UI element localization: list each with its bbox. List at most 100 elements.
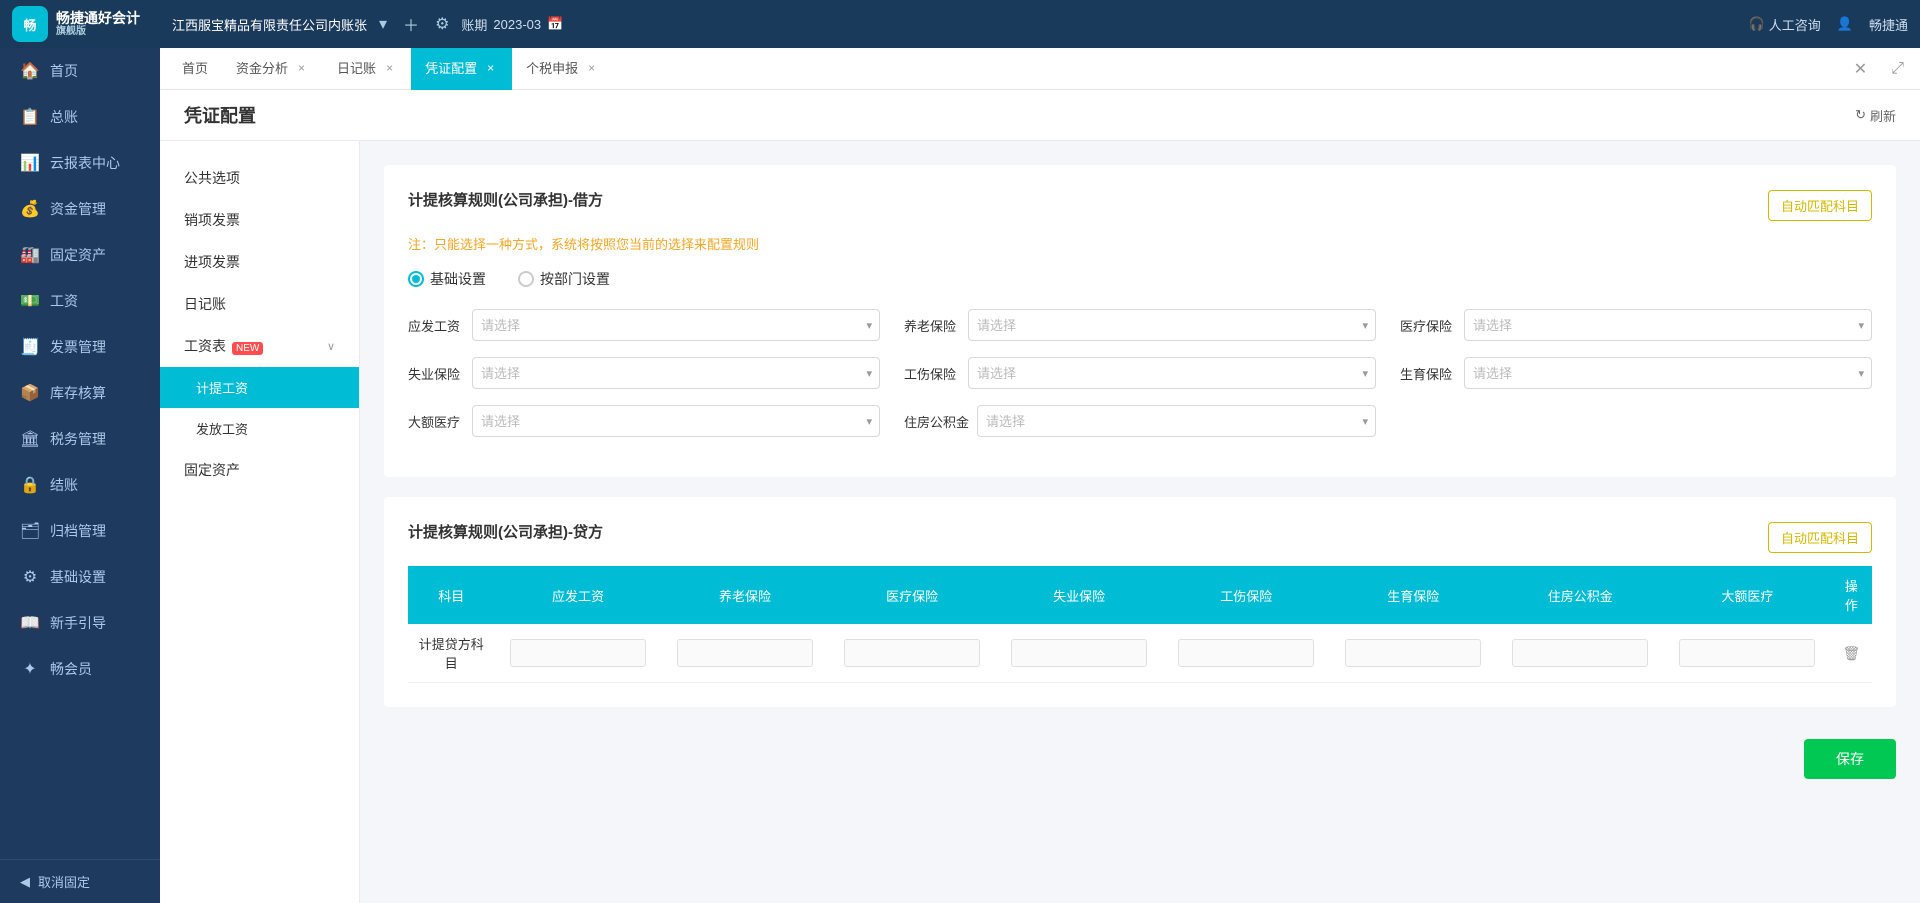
- field-wage: 应发工资 请选择 ▾: [408, 309, 880, 341]
- radio-dept[interactable]: 按部门设置: [518, 269, 610, 289]
- logo-edition: 旗舰版: [56, 26, 140, 38]
- label-wage: 应发工资: [408, 316, 464, 335]
- label-medical: 医疗保险: [1400, 316, 1456, 335]
- sidebar-item-fixed-asset[interactable]: 🏭 固定资产: [0, 232, 160, 278]
- left-menu-item-purchase[interactable]: 进项发票: [160, 241, 359, 283]
- pin-icon: ◀: [20, 874, 30, 890]
- sidebar: 🏠 首页 📋 总账 📊 云报表中心 💰 资金管理 🏭 固定资产 💵 工资 🧾 发…: [0, 48, 160, 903]
- refresh-button[interactable]: ↻ 刷新: [1855, 106, 1896, 125]
- input-housing[interactable]: [1512, 639, 1648, 667]
- tab-maximize-btn[interactable]: ⤢: [1883, 55, 1912, 83]
- row-subject-label: 计提贷方科目: [408, 624, 494, 683]
- input-large-med[interactable]: [1679, 639, 1815, 667]
- page-header: 凭证配置 ↻ 刷新: [160, 90, 1920, 141]
- auto-match-credit-btn[interactable]: 自动匹配科目: [1768, 522, 1872, 553]
- sidebar-item-archive[interactable]: 🗂 归档管理: [0, 508, 160, 554]
- tab-close-all-btn[interactable]: ✕: [1846, 55, 1875, 83]
- sidebar-item-salary[interactable]: 💵 工资: [0, 278, 160, 324]
- new-badge: NEW: [232, 342, 263, 355]
- left-menu-item-diary[interactable]: 日记账: [160, 283, 359, 325]
- expand-arrow-icon: ∨: [327, 340, 335, 353]
- row-cell-housing: [1497, 624, 1664, 683]
- col-housing: 住房公积金: [1497, 566, 1664, 624]
- sidebar-unpin-btn[interactable]: ◀ 取消固定: [0, 859, 160, 903]
- tab-journal[interactable]: 日记账 ×: [323, 48, 411, 90]
- ledger-icon: 📋: [20, 107, 40, 127]
- col-injury: 工伤保险: [1163, 566, 1330, 624]
- select-wage-wrapper: 请选择 ▾: [472, 309, 880, 341]
- select-maternity[interactable]: 请选择: [1464, 357, 1872, 389]
- auto-match-debit-btn[interactable]: 自动匹配科目: [1768, 190, 1872, 221]
- guide-icon: 📖: [20, 613, 40, 633]
- radio-dept-circle: [518, 271, 534, 287]
- select-housing-wrapper: 请选择 ▾: [977, 405, 1376, 437]
- select-housing[interactable]: 请选择: [977, 405, 1376, 437]
- asset-icon: 🏭: [20, 245, 40, 265]
- tab-close-capital[interactable]: ×: [294, 59, 309, 77]
- company-dropdown-btn[interactable]: ▾: [375, 10, 391, 38]
- input-pension[interactable]: [677, 639, 813, 667]
- save-button[interactable]: 保存: [1804, 739, 1896, 779]
- input-medical[interactable]: [844, 639, 980, 667]
- sidebar-item-vip[interactable]: ✦ 畅会员: [0, 646, 160, 692]
- left-menu-item-fixed-asset[interactable]: 固定资产: [160, 449, 359, 491]
- col-maternity: 生育保险: [1330, 566, 1497, 624]
- input-injury[interactable]: [1178, 639, 1314, 667]
- tax-icon: 🏛: [20, 429, 40, 449]
- sidebar-item-close[interactable]: 🔒 结账: [0, 462, 160, 508]
- select-pension[interactable]: 请选择: [968, 309, 1376, 341]
- table-header-row: 科目 应发工资 养老保险 医疗保险 失业保险 工伤保险 生育保险 住房公积金 大…: [408, 566, 1872, 624]
- delete-icon[interactable]: 🗑: [1843, 645, 1861, 661]
- row-cell-pension: [662, 624, 829, 683]
- field-large-med: 大额医疗 请选择 ▾: [408, 405, 880, 437]
- tab-close-journal[interactable]: ×: [382, 59, 397, 77]
- input-wage[interactable]: [510, 639, 646, 667]
- sidebar-item-guide[interactable]: 📖 新手引导: [0, 600, 160, 646]
- username: 畅捷通: [1869, 15, 1908, 34]
- section-credit-header: 计提核算规则(公司承担)-贷方 自动匹配科目: [408, 521, 1872, 554]
- select-injury[interactable]: 请选择: [968, 357, 1376, 389]
- select-medical-wrapper: 请选择 ▾: [1464, 309, 1872, 341]
- sidebar-item-capital[interactable]: 💰 资金管理: [0, 186, 160, 232]
- tab-voucher[interactable]: 凭证配置 ×: [411, 48, 512, 90]
- settings-btn[interactable]: ⚙: [431, 10, 453, 38]
- sidebar-item-ledger[interactable]: 📋 总账: [0, 94, 160, 140]
- logo-icon: 畅: [12, 6, 48, 42]
- row-cell-unemployment: [996, 624, 1163, 683]
- table-row: 计提贷方科目 🗑: [408, 624, 1872, 683]
- radio-basic[interactable]: 基础设置: [408, 269, 486, 289]
- left-menu-sub-accrual[interactable]: 计提工资: [160, 367, 359, 408]
- tab-home[interactable]: 首页: [168, 48, 222, 90]
- tab-close-tax[interactable]: ×: [584, 59, 599, 77]
- section-debit-note: 注：只能选择一种方式，系统将按照您当前的选择来配置规则: [408, 234, 1872, 253]
- sidebar-item-inventory[interactable]: 📦 库存核算: [0, 370, 160, 416]
- input-maternity[interactable]: [1345, 639, 1481, 667]
- sidebar-item-settings[interactable]: ⚙ 基础设置: [0, 554, 160, 600]
- company-name[interactable]: 江西服宝精品有限责任公司内账张: [172, 15, 367, 34]
- label-pension: 养老保险: [904, 316, 960, 335]
- select-large-med[interactable]: 请选择: [472, 405, 880, 437]
- tab-close-voucher[interactable]: ×: [483, 59, 498, 77]
- add-btn[interactable]: ＋: [399, 8, 423, 40]
- sidebar-item-invoice[interactable]: 🧾 发票管理: [0, 324, 160, 370]
- select-wage[interactable]: 请选择: [472, 309, 880, 341]
- left-menu-sub-pay-wage[interactable]: 发放工资: [160, 408, 359, 449]
- select-unemployment[interactable]: 请选择: [472, 357, 880, 389]
- left-menu-item-sales[interactable]: 销项发票: [160, 199, 359, 241]
- label-unemployment: 失业保险: [408, 364, 464, 383]
- left-menu-item-payroll-sheet[interactable]: 工资表NEW ∨: [160, 325, 359, 367]
- col-subject: 科目: [408, 566, 494, 624]
- support-btn[interactable]: 🎧 人工咨询: [1749, 15, 1821, 34]
- inventory-icon: 📦: [20, 383, 40, 403]
- sidebar-item-tax[interactable]: 🏛 税务管理: [0, 416, 160, 462]
- sidebar-item-home[interactable]: 🏠 首页: [0, 48, 160, 94]
- col-unemployment: 失业保险: [996, 566, 1163, 624]
- left-menu-item-public[interactable]: 公共选项: [160, 157, 359, 199]
- tab-capital[interactable]: 资金分析 ×: [222, 48, 323, 90]
- sidebar-item-reports[interactable]: 📊 云报表中心: [0, 140, 160, 186]
- input-unemployment[interactable]: [1011, 639, 1147, 667]
- select-medical[interactable]: 请选择: [1464, 309, 1872, 341]
- field-injury: 工伤保险 请选择 ▾: [904, 357, 1376, 389]
- tab-tax[interactable]: 个税申报 ×: [512, 48, 613, 90]
- field-pension: 养老保险 请选择 ▾: [904, 309, 1376, 341]
